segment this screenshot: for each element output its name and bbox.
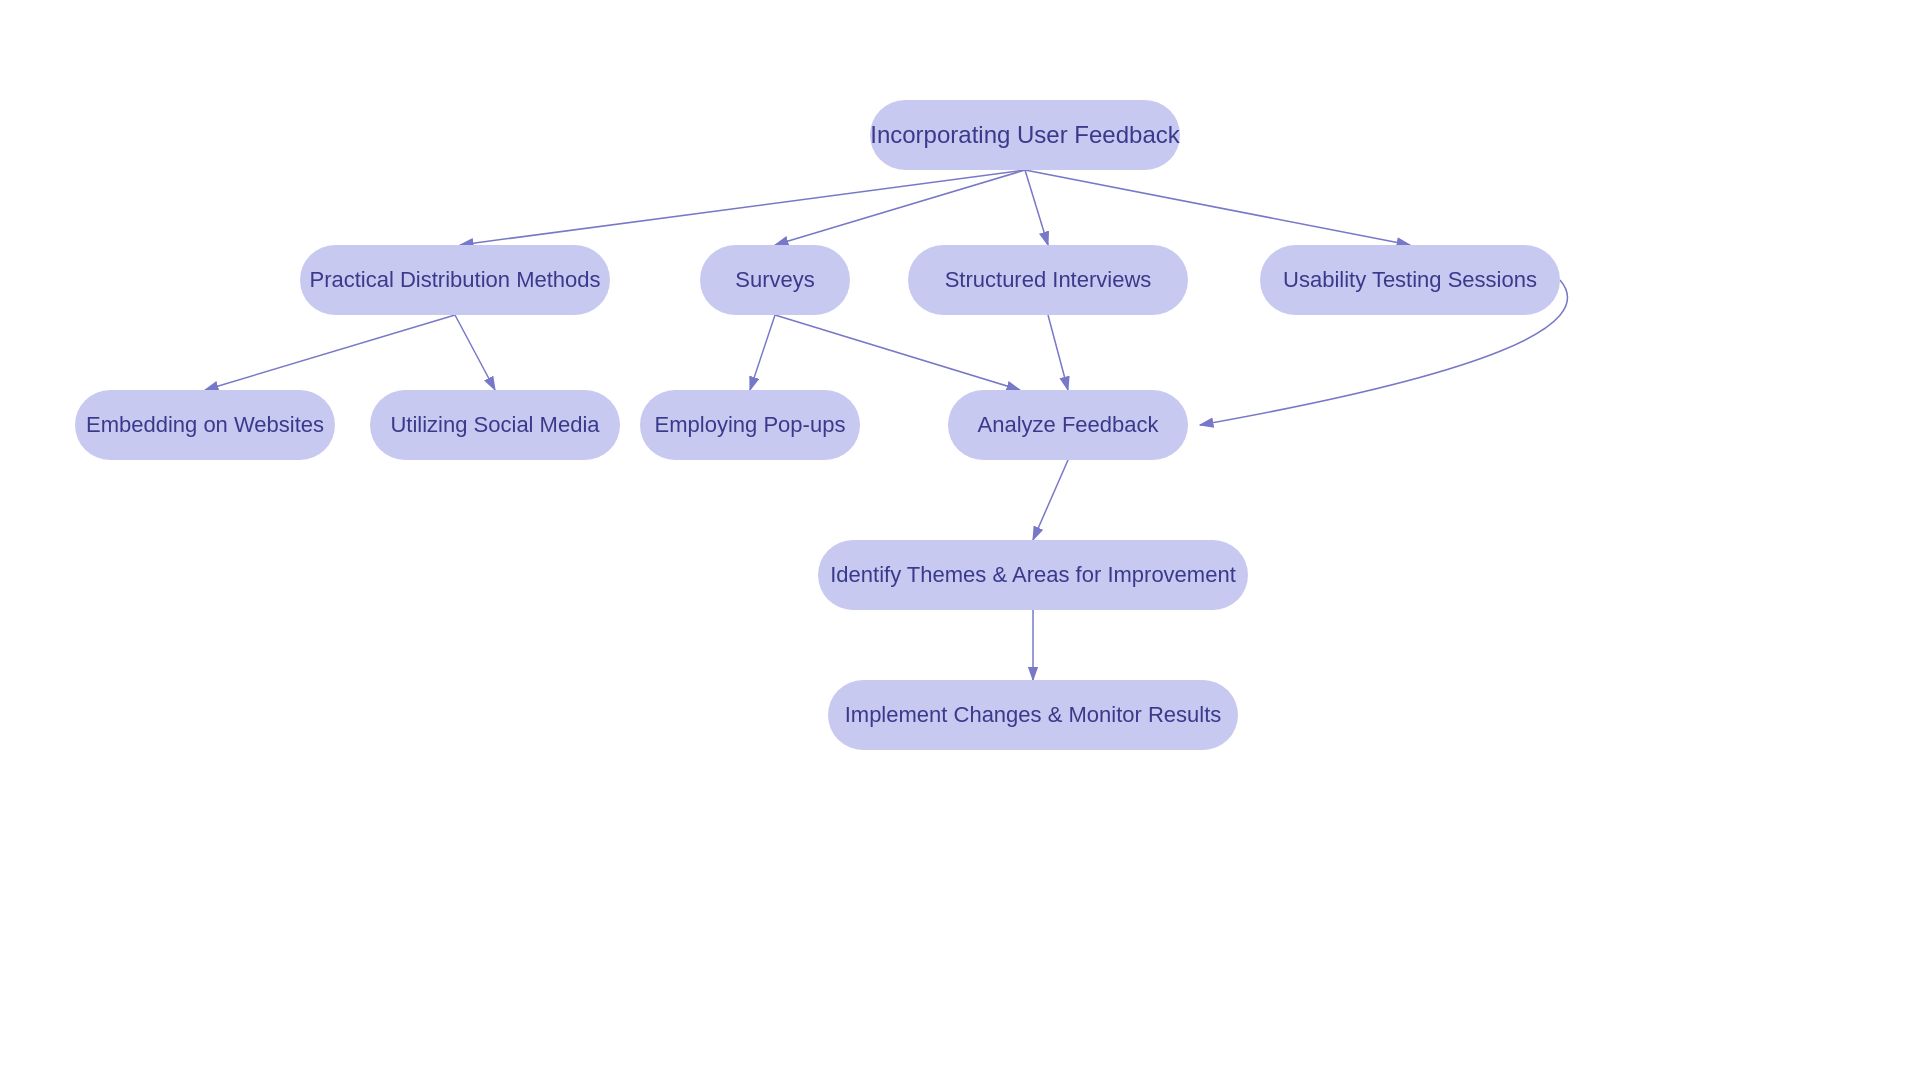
node-practical-distribution: Practical Distribution Methods (300, 245, 610, 315)
svg-line-7 (750, 315, 775, 390)
svg-line-4 (1025, 170, 1410, 245)
node-utilizing-social-media: Utilizing Social Media (370, 390, 620, 460)
svg-line-8 (775, 315, 1020, 390)
svg-line-6 (455, 315, 495, 390)
svg-line-3 (1025, 170, 1048, 245)
node-structured-interviews: Structured Interviews (908, 245, 1188, 315)
node-surveys: Surveys (700, 245, 850, 315)
svg-line-1 (460, 170, 1025, 245)
svg-line-9 (1048, 315, 1068, 390)
node-implement-changes: Implement Changes & Monitor Results (828, 680, 1238, 750)
node-embedding-on-websites: Embedding on Websites (75, 390, 335, 460)
svg-line-2 (775, 170, 1025, 245)
node-employing-popups: Employing Pop-ups (640, 390, 860, 460)
node-usability-testing: Usability Testing Sessions (1260, 245, 1560, 315)
node-incorporating-user-feedback: Incorporating User Feedback (870, 100, 1180, 170)
svg-line-10 (1033, 460, 1068, 540)
diagram-container: Incorporating User Feedback Practical Di… (0, 0, 1920, 1083)
svg-line-5 (205, 315, 455, 390)
node-identify-themes: Identify Themes & Areas for Improvement (818, 540, 1248, 610)
node-analyze-feedback: Analyze Feedback (948, 390, 1188, 460)
